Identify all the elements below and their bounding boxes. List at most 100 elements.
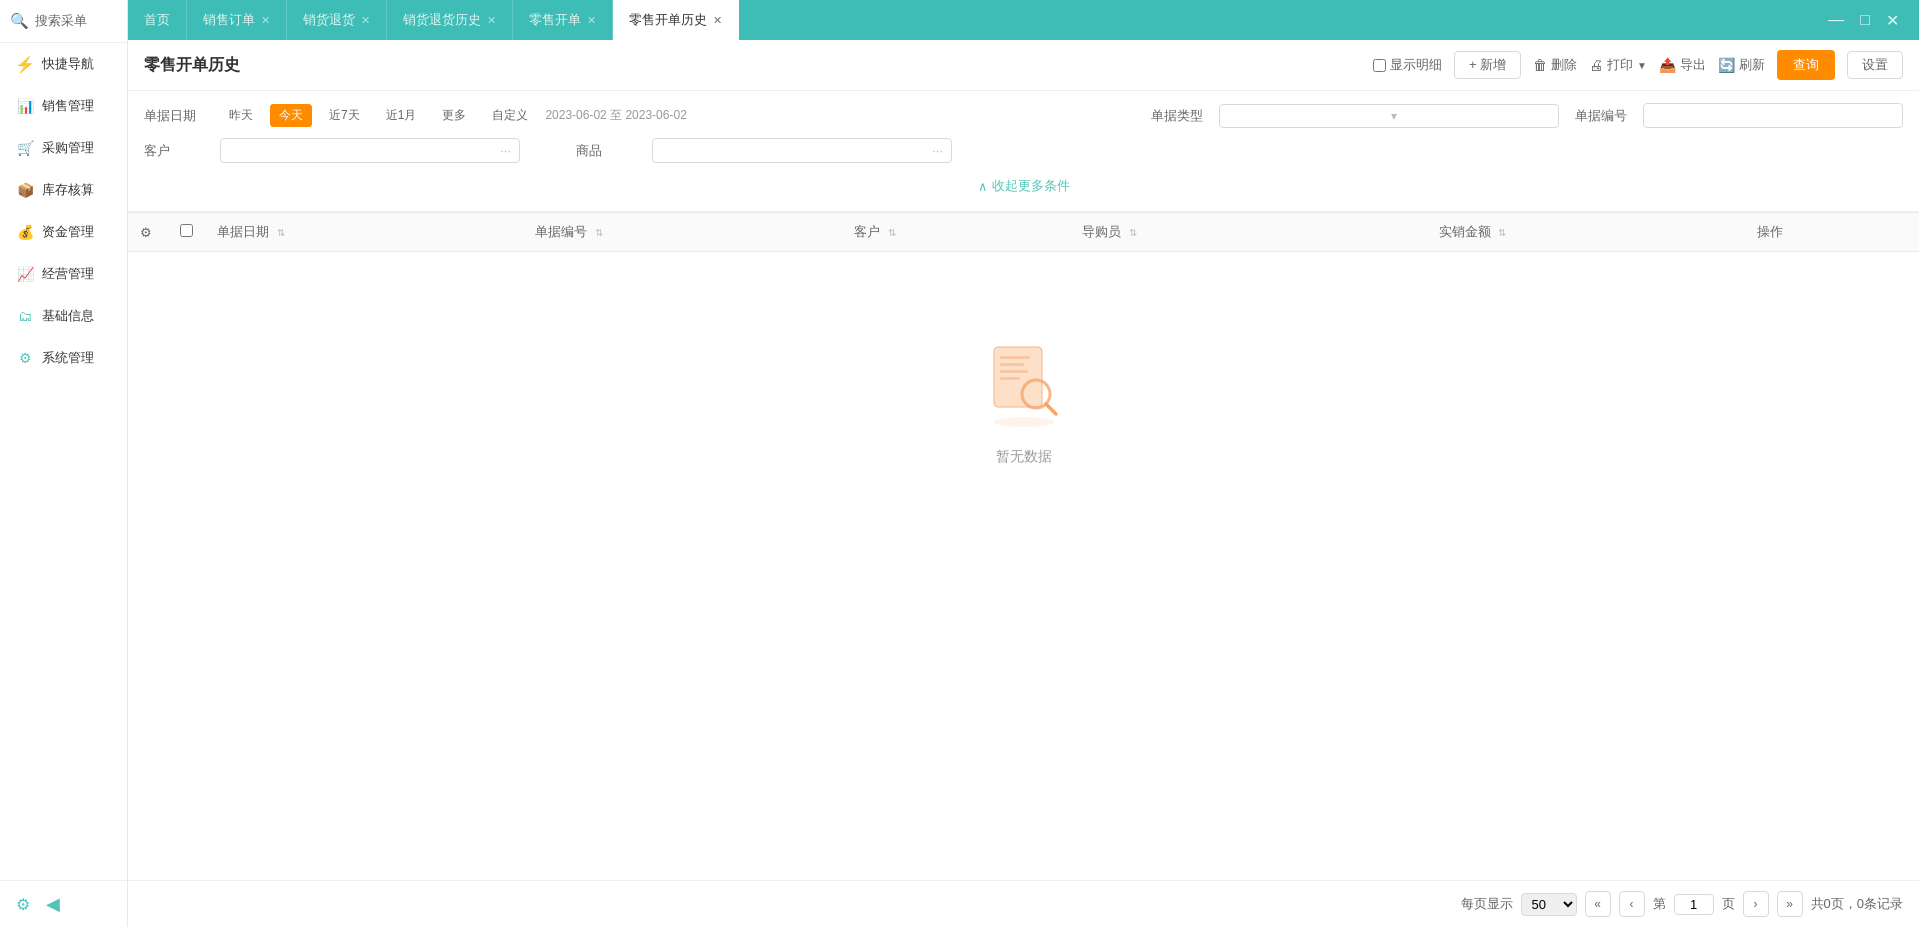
- tab-bar: 首页 销售订单 ✕ 销货退货 ✕ 销货退货历史 ✕ 零售开单 ✕ 零售开单历史 …: [128, 0, 1919, 40]
- table-body: 暂无数据: [128, 252, 1919, 547]
- select-all-checkbox[interactable]: [180, 224, 193, 237]
- type-label: 单据类型: [1151, 107, 1203, 125]
- last-page-btn[interactable]: »: [1777, 891, 1803, 917]
- delete-button[interactable]: 🗑 删除: [1533, 56, 1577, 74]
- sidebar-item-kucun[interactable]: 📦 库存核算: [0, 169, 127, 211]
- money-icon: 💰: [16, 223, 34, 241]
- tab-sales-order[interactable]: 销售订单 ✕: [187, 0, 287, 40]
- show-detail-checkbox[interactable]: 显示明细: [1373, 56, 1442, 74]
- window-minimize-btn[interactable]: —: [1824, 11, 1848, 29]
- number-input[interactable]: [1652, 108, 1894, 123]
- show-detail-input[interactable]: [1373, 59, 1386, 72]
- settings-button[interactable]: 设置: [1847, 51, 1903, 79]
- tab-retail-history-label: 零售开单历史: [629, 11, 707, 29]
- th-number[interactable]: 单据编号 ⇅: [523, 213, 841, 252]
- export-button[interactable]: 📤 导出: [1659, 56, 1706, 74]
- window-close-btn[interactable]: ✕: [1882, 11, 1903, 30]
- add-button[interactable]: + 新增: [1454, 51, 1521, 79]
- sort-customer-icon[interactable]: ⇅: [888, 227, 896, 238]
- next-page-btn[interactable]: ›: [1743, 891, 1769, 917]
- first-page-btn[interactable]: «: [1585, 891, 1611, 917]
- settings-icon[interactable]: ⚙: [140, 225, 152, 240]
- settings-bottom-icon[interactable]: ⚙: [16, 895, 30, 914]
- date-last7-btn[interactable]: 近7天: [320, 104, 369, 127]
- print-dropdown-icon[interactable]: ▼: [1637, 60, 1647, 71]
- customer-label: 客户: [144, 142, 204, 160]
- tab-sales-order-close[interactable]: ✕: [261, 14, 270, 27]
- sort-guide-icon[interactable]: ⇅: [1129, 227, 1137, 238]
- date-yesterday-btn[interactable]: 昨天: [220, 104, 262, 127]
- th-settings[interactable]: ⚙: [128, 213, 168, 252]
- tab-sales-return-label: 销货退货: [303, 11, 355, 29]
- collapse-label: 收起更多条件: [992, 177, 1070, 195]
- goods-picker-icon[interactable]: ···: [932, 143, 943, 158]
- tab-sales-return-close[interactable]: ✕: [361, 14, 370, 27]
- tab-retail-history-close[interactable]: ✕: [713, 14, 722, 27]
- date-last-month-btn[interactable]: 近1月: [377, 104, 426, 127]
- page-input[interactable]: [1674, 894, 1714, 915]
- customer-picker-icon[interactable]: ···: [500, 143, 511, 158]
- sidebar-item-zijin[interactable]: 💰 资金管理: [0, 211, 127, 253]
- th-date[interactable]: 单据日期 ⇅: [205, 213, 523, 252]
- sidebar-item-xitong[interactable]: ⚙ 系统管理: [0, 337, 127, 379]
- th-checkbox[interactable]: [168, 213, 205, 252]
- query-button[interactable]: 查询: [1777, 50, 1835, 80]
- th-spacer: [1343, 213, 1426, 252]
- th-guide-label: 导购员: [1082, 224, 1121, 239]
- date-today-btn[interactable]: 今天: [270, 104, 312, 127]
- window-maximize-btn[interactable]: □: [1856, 11, 1874, 29]
- export-icon: 📤: [1659, 57, 1676, 73]
- th-guide[interactable]: 导购员 ⇅: [1070, 213, 1343, 252]
- sidebar-item-xiaoshou[interactable]: 📊 销售管理: [0, 85, 127, 127]
- th-actions: 操作: [1745, 213, 1919, 252]
- date-custom-btn[interactable]: 自定义: [483, 104, 537, 127]
- filter-area: 单据日期 昨天 今天 近7天 近1月 更多 自定义 2023-06-02 至 2…: [128, 91, 1919, 212]
- th-customer[interactable]: 客户 ⇅: [842, 213, 1070, 252]
- number-input-wrapper: [1643, 103, 1903, 128]
- sort-amount-icon[interactable]: ⇅: [1498, 227, 1506, 238]
- sidebar-item-label: 系统管理: [42, 349, 94, 367]
- th-actions-label: 操作: [1757, 224, 1783, 239]
- collapse-sidebar-icon[interactable]: ◀: [46, 893, 60, 915]
- sidebar-item-label: 基础信息: [42, 307, 94, 325]
- type-select[interactable]: ▾: [1219, 104, 1559, 128]
- svg-rect-2: [1000, 356, 1030, 359]
- date-more-btn[interactable]: 更多: [433, 104, 475, 127]
- tab-retail-history[interactable]: 零售开单历史 ✕: [613, 0, 739, 40]
- sidebar-item-kuaijie[interactable]: ⚡ 快捷导航: [0, 43, 127, 85]
- tab-retail-open[interactable]: 零售开单 ✕: [513, 0, 613, 40]
- filter-date-group: 昨天 今天 近7天 近1月 更多 自定义 2023-06-02 至 2023-0…: [220, 104, 1135, 127]
- per-page-select[interactable]: 50 100 200: [1521, 893, 1577, 916]
- tab-retail-open-close[interactable]: ✕: [587, 14, 596, 27]
- tab-sales-return-history-close[interactable]: ✕: [487, 14, 496, 27]
- sidebar-search[interactable]: 🔍 搜索采单: [0, 0, 127, 43]
- sidebar-item-caigou[interactable]: 🛒 采购管理: [0, 127, 127, 169]
- tab-home[interactable]: 首页: [128, 0, 187, 40]
- toolbar: 零售开单历史 显示明细 + 新增 🗑 删除 🖨 打印 ▼ 📤: [128, 40, 1919, 91]
- customer-input[interactable]: [229, 143, 500, 158]
- prev-page-btn[interactable]: ‹: [1619, 891, 1645, 917]
- cart-icon: 🛒: [16, 139, 34, 157]
- number-label: 单据编号: [1575, 107, 1627, 125]
- delete-label: 删除: [1551, 56, 1577, 74]
- empty-state: 暂无数据: [128, 252, 1919, 546]
- th-date-label: 单据日期: [217, 224, 269, 239]
- empty-state-row: 暂无数据: [128, 252, 1919, 547]
- print-button[interactable]: 🖨 打印 ▼: [1589, 56, 1647, 74]
- delete-icon: 🗑: [1533, 57, 1547, 73]
- sidebar-item-jingying[interactable]: 📈 经营管理: [0, 253, 127, 295]
- filter-collapse-row: ∧ 收起更多条件: [144, 173, 1903, 199]
- tab-sales-return-history-label: 销货退货历史: [403, 11, 481, 29]
- th-amount[interactable]: 实销金额 ⇅: [1427, 213, 1745, 252]
- tab-sales-return-history[interactable]: 销货退货历史 ✕: [387, 0, 513, 40]
- goods-input[interactable]: [661, 143, 932, 158]
- sort-date-icon[interactable]: ⇅: [277, 227, 285, 238]
- sort-number-icon[interactable]: ⇅: [595, 227, 603, 238]
- tab-sales-return[interactable]: 销货退货 ✕: [287, 0, 387, 40]
- info-icon: 🗂: [16, 307, 34, 325]
- refresh-button[interactable]: 🔄 刷新: [1718, 56, 1765, 74]
- chevron-down-icon: ▾: [1391, 109, 1550, 123]
- collapse-btn[interactable]: ∧ 收起更多条件: [974, 173, 1074, 199]
- print-label: 打印: [1607, 56, 1633, 74]
- sidebar-item-jichu[interactable]: 🗂 基础信息: [0, 295, 127, 337]
